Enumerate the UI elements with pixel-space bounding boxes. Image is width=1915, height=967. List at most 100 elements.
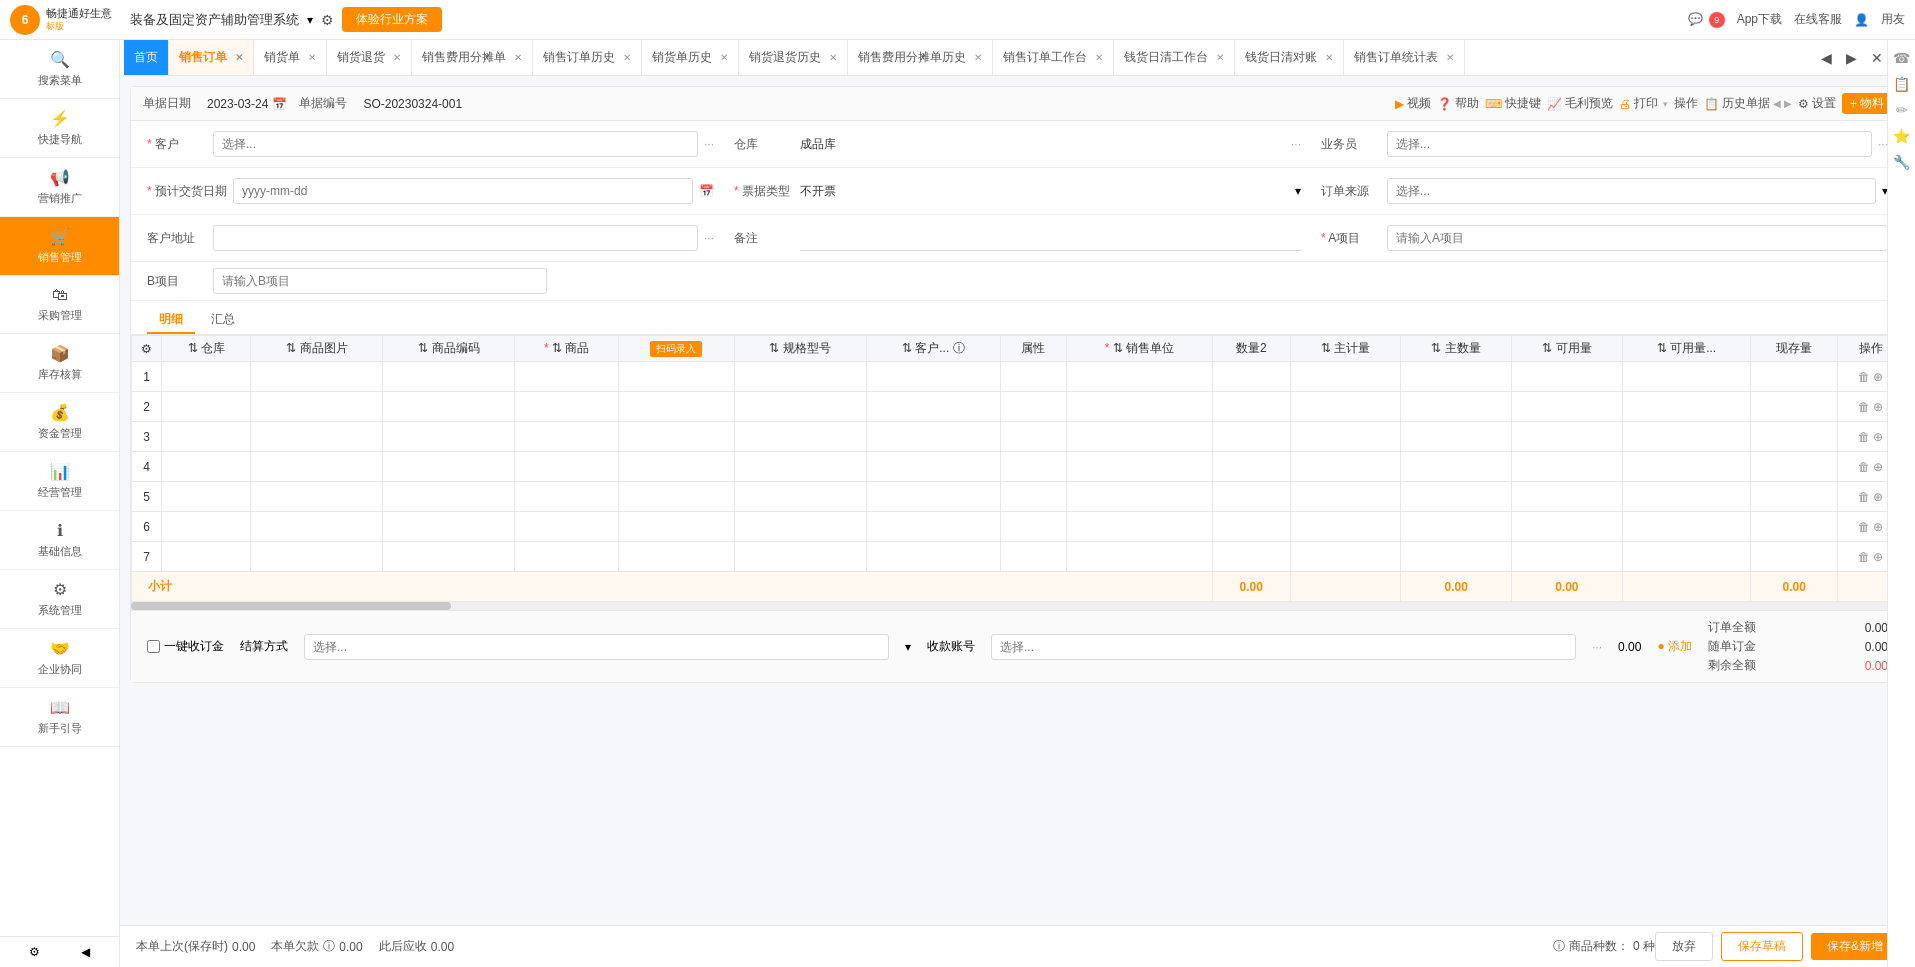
history-nav-next[interactable]: ▶ xyxy=(1784,98,1792,109)
delete-row-icon[interactable]: 🗑 xyxy=(1858,370,1870,384)
tool-icon[interactable]: 🔧 xyxy=(1893,154,1910,170)
tab-sales-invoice[interactable]: 销货单 ✕ xyxy=(254,40,327,76)
print-btn[interactable]: 🖨 打印 ▾ xyxy=(1619,95,1668,112)
tab-prev-icon[interactable]: ◀ xyxy=(1815,48,1838,68)
solution-button[interactable]: 体验行业方案 xyxy=(342,7,442,32)
cell-main-qty[interactable] xyxy=(1401,362,1512,392)
sidebar-item-search[interactable]: 🔍 搜索菜单 xyxy=(0,40,119,99)
tab-close-icon[interactable]: ✕ xyxy=(1446,52,1454,63)
help-btn[interactable]: ❓ 帮助 xyxy=(1437,95,1479,112)
operate-btn[interactable]: 操作 xyxy=(1674,95,1698,112)
settings-col-icon[interactable]: ⚙ xyxy=(141,342,152,356)
tab-next-icon[interactable]: ▶ xyxy=(1840,48,1863,68)
delete-row-icon[interactable]: 🗑 xyxy=(1858,460,1870,474)
tab-detail[interactable]: 明细 xyxy=(147,307,195,334)
message-icon[interactable]: 💬 9 xyxy=(1688,12,1724,28)
sidebar-item-sales[interactable]: 🛒 销售管理 xyxy=(0,217,119,276)
delete-row-icon[interactable]: 🗑 xyxy=(1858,430,1870,444)
b-project-input[interactable] xyxy=(213,268,547,294)
sidebar-item-guide[interactable]: 📖 新手引导 xyxy=(0,688,119,747)
delivery-calendar-icon[interactable]: 📅 xyxy=(699,184,714,198)
phone-icon[interactable]: ☎ xyxy=(1893,50,1910,66)
delete-row-icon[interactable]: 🗑 xyxy=(1858,400,1870,414)
copy-row-icon[interactable]: ⊕ xyxy=(1873,490,1883,504)
tab-home[interactable]: 首页 xyxy=(124,40,169,76)
one-click-checkbox[interactable] xyxy=(147,640,160,653)
cell-qty2[interactable] xyxy=(1212,362,1290,392)
sidebar-item-enterprise[interactable]: 🤝 企业协同 xyxy=(0,629,119,688)
tab-sales-stats[interactable]: 销售订单统计表 ✕ xyxy=(1344,40,1465,76)
a-project-input[interactable] xyxy=(1387,225,1888,251)
account-input[interactable] xyxy=(991,634,1576,660)
cell-spec[interactable] xyxy=(734,362,866,392)
copy-row-icon[interactable]: ⊕ xyxy=(1873,460,1883,474)
tab-order-workbench[interactable]: 销售订单工作台 ✕ xyxy=(993,40,1114,76)
tab-sales-order[interactable]: 销售订单 ✕ xyxy=(169,40,254,76)
copy-row-icon[interactable]: ⊕ xyxy=(1873,370,1883,384)
date-value[interactable]: 2023-03-24 xyxy=(207,97,268,111)
cell-code[interactable] xyxy=(383,362,515,392)
tab-close-icon[interactable]: ✕ xyxy=(1325,52,1333,63)
edit-icon[interactable]: ✏ xyxy=(1896,102,1908,118)
sidebar-item-finance[interactable]: 💰 资金管理 xyxy=(0,393,119,452)
history-nav-prev[interactable]: ◀ xyxy=(1773,98,1781,109)
order-source-input[interactable] xyxy=(1387,178,1876,204)
shortcut-btn[interactable]: ⌨ 快捷键 xyxy=(1485,95,1541,112)
tab-cash-workbench[interactable]: 钱货日清工作台 ✕ xyxy=(1114,40,1235,76)
calendar-icon[interactable]: 📅 xyxy=(272,97,287,111)
history-btn[interactable]: 📋 历史单据 ◀ ▶ xyxy=(1704,95,1792,112)
gear-icon[interactable]: ⚙ xyxy=(321,12,334,28)
warehouse-more-icon[interactable]: ··· xyxy=(1291,137,1301,151)
settle-dropdown-icon[interactable]: ▾ xyxy=(905,640,911,654)
tab-sales-return[interactable]: 销货退货 ✕ xyxy=(327,40,412,76)
cell-customer[interactable] xyxy=(866,362,1000,392)
settings-btn[interactable]: ⚙ 设置 xyxy=(1798,95,1836,112)
customer-input[interactable] xyxy=(213,131,698,157)
tab-close-icon[interactable]: ✕ xyxy=(974,52,982,63)
cell-photo[interactable] xyxy=(251,362,383,392)
tab-close-icon[interactable]: ✕ xyxy=(308,52,316,63)
tab-summary[interactable]: 汇总 xyxy=(199,307,247,334)
tab-close-icon[interactable]: ✕ xyxy=(623,52,631,63)
cell-stock[interactable] xyxy=(1751,362,1838,392)
tab-sales-fee[interactable]: 销售费用分摊单 ✕ xyxy=(412,40,533,76)
cell-goods[interactable] xyxy=(515,362,619,392)
horizontal-scrollbar[interactable] xyxy=(131,602,1904,610)
settle-input[interactable] xyxy=(304,634,889,660)
cell-main-unit[interactable] xyxy=(1290,362,1401,392)
tab-close-icon[interactable]: ✕ xyxy=(720,52,728,63)
tab-return-history[interactable]: 销货退货历史 ✕ xyxy=(739,40,848,76)
delete-row-icon[interactable]: 🗑 xyxy=(1858,520,1870,534)
discard-button[interactable]: 放弃 xyxy=(1655,932,1713,961)
tab-close-all-icon[interactable]: ✕ xyxy=(1865,48,1889,68)
copy-row-icon[interactable]: ⊕ xyxy=(1873,430,1883,444)
tab-close-icon[interactable]: ✕ xyxy=(235,52,243,63)
save-new-button[interactable]: 保存&新增 xyxy=(1811,933,1899,960)
tab-close-icon[interactable]: ✕ xyxy=(393,52,401,63)
sidebar-item-operations[interactable]: 📊 经营管理 xyxy=(0,452,119,511)
online-service-link[interactable]: 在线客服 xyxy=(1794,11,1842,28)
sidebar-settings-icon[interactable]: ⚙ xyxy=(29,945,40,959)
staff-input[interactable] xyxy=(1387,131,1872,157)
sidebar-item-purchase[interactable]: 🛍 采购管理 xyxy=(0,276,119,334)
tab-close-icon[interactable]: ✕ xyxy=(514,52,522,63)
customer-more-icon[interactable]: ··· xyxy=(704,137,714,151)
copy-row-icon[interactable]: ⊕ xyxy=(1873,550,1883,564)
tab-fee-history[interactable]: 销售费用分摊单历史 ✕ xyxy=(848,40,993,76)
tab-close-icon[interactable]: ✕ xyxy=(1216,52,1224,63)
copy-row-icon[interactable]: ⊕ xyxy=(1873,400,1883,414)
delete-row-icon[interactable]: 🗑 xyxy=(1858,550,1870,564)
delivery-input[interactable] xyxy=(233,178,693,204)
account-more-icon[interactable]: ··· xyxy=(1592,640,1602,654)
address-input[interactable] xyxy=(213,225,698,251)
copy-row-icon[interactable]: ⊕ xyxy=(1873,520,1883,534)
remark-input[interactable] xyxy=(800,225,1301,251)
sidebar-item-basic-info[interactable]: ℹ 基础信息 xyxy=(0,511,119,570)
address-more-icon[interactable]: ··· xyxy=(704,231,714,245)
delete-row-icon[interactable]: 🗑 xyxy=(1858,490,1870,504)
ticket-dropdown-icon[interactable]: ▾ xyxy=(1295,184,1301,198)
cell-unit[interactable] xyxy=(1066,362,1212,392)
sidebar-item-quick-nav[interactable]: ⚡ 快捷导航 xyxy=(0,99,119,158)
cell-warehouse[interactable] xyxy=(162,362,251,392)
scroll-thumb[interactable] xyxy=(131,602,451,610)
